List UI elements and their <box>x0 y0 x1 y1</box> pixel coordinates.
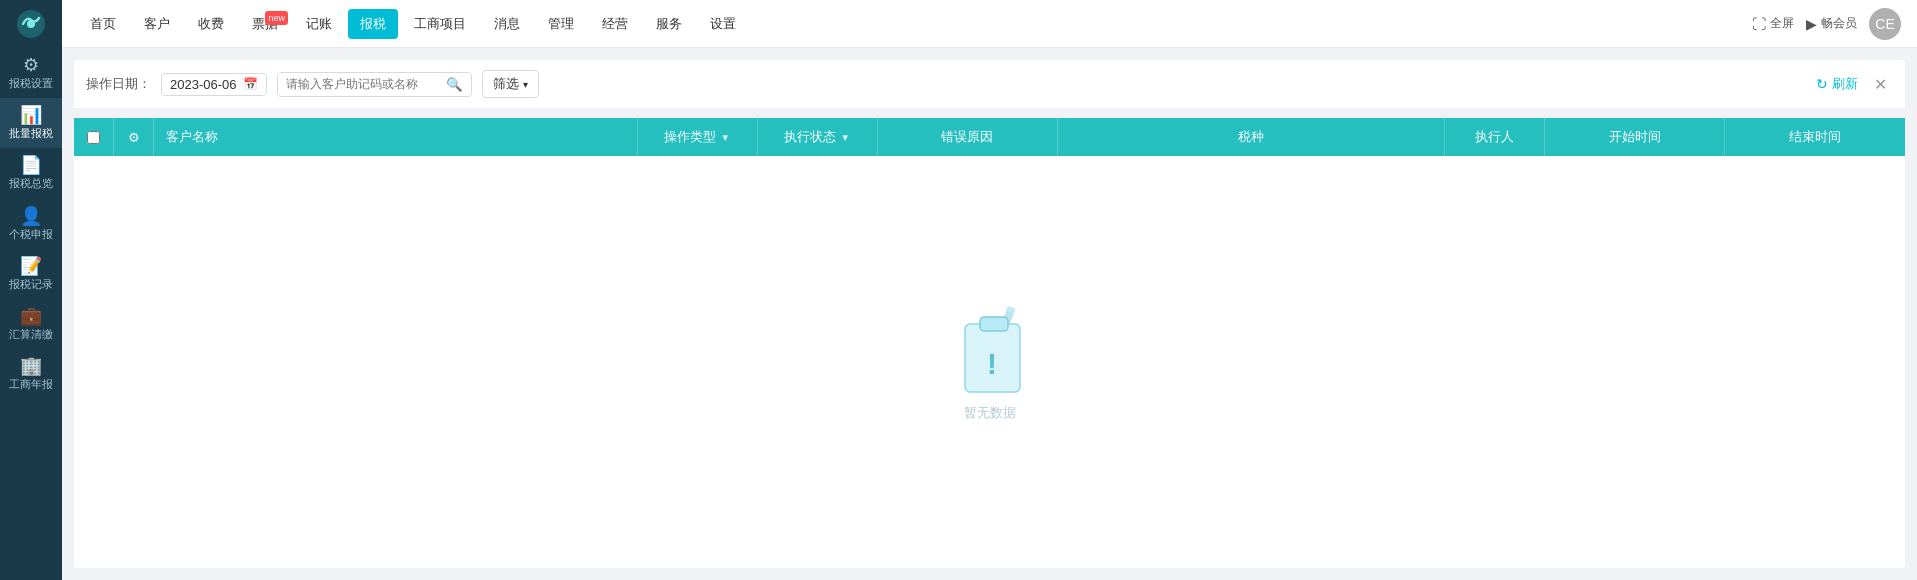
topnav-right: ⛶ 全屏 ▶ 畅会员 CE <box>1752 8 1901 40</box>
sidebar-item-huisuan-jiaona[interactable]: 💼 汇算清缴 <box>0 299 62 349</box>
search-icon: 🔍 <box>446 77 463 92</box>
sidebar-item-baoshui-zonglam[interactable]: 📄 报税总览 <box>0 148 62 198</box>
sidebar-item-gongshang-nianbao[interactable]: 🏢 工商年报 <box>0 349 62 399</box>
search-wrap: 🔍 <box>277 72 472 97</box>
video-icon: ▶ <box>1806 16 1817 32</box>
sidebar-item-piliang-baoshui[interactable]: 📊 批量报税 <box>0 98 62 148</box>
main-wrap: 首页 客户 收费 票据 new 记账 报税 工商项目 消息 <box>62 0 1917 580</box>
refresh-icon: ↻ <box>1816 76 1828 92</box>
annual-report-icon: 🏢 <box>20 357 42 375</box>
record-icon: 📝 <box>20 257 42 275</box>
date-label: 操作日期： <box>86 75 151 93</box>
th-status: 执行状态 ▼ <box>758 118 878 156</box>
search-button[interactable]: 🔍 <box>438 73 471 96</box>
nav-item-baoshui[interactable]: 报税 <box>348 9 398 39</box>
filter-label: 筛选 <box>493 75 519 93</box>
empty-state: ! 暂无数据 <box>74 156 1905 568</box>
member-button[interactable]: ▶ 畅会员 <box>1806 15 1857 32</box>
date-value: 2023-06-06 <box>170 77 237 92</box>
th-executor: 执行人 <box>1445 118 1545 156</box>
sidebar-item-geshui-shenbao[interactable]: 👤 个税申报 <box>0 199 62 249</box>
nav-item-home[interactable]: 首页 <box>78 9 128 39</box>
nav-item-xiaoxi[interactable]: 消息 <box>482 9 532 39</box>
gear-icon: ⚙ <box>128 130 140 145</box>
sort-icon-status[interactable]: ▼ <box>840 132 850 143</box>
sidebar-logo <box>0 0 62 48</box>
nav-item-piaoju[interactable]: 票据 new <box>240 9 290 39</box>
person-tax-icon: 👤 <box>20 207 42 225</box>
refresh-button[interactable]: ↻ 刷新 <box>1816 75 1858 93</box>
nav-item-fuwu[interactable]: 服务 <box>644 9 694 39</box>
nav-item-customer[interactable]: 客户 <box>132 9 182 39</box>
sidebar: ⚙ 报税设置 📊 批量报税 📄 报税总览 👤 个税申报 📝 报税记录 💼 汇算清… <box>0 0 62 580</box>
date-picker[interactable]: 2023-06-06 📅 <box>161 73 267 96</box>
settings-icon: ⚙ <box>23 56 39 74</box>
nav-item-guanli[interactable]: 管理 <box>536 9 586 39</box>
th-checkbox[interactable] <box>74 118 114 156</box>
select-all-checkbox[interactable] <box>87 131 100 144</box>
topnav: 首页 客户 收费 票据 new 记账 报税 工商项目 消息 <box>62 0 1917 48</box>
th-taxtype: 税种 <box>1058 118 1445 156</box>
nav-item-shezhi[interactable]: 设置 <box>698 9 748 39</box>
user-avatar[interactable]: CE <box>1869 8 1901 40</box>
batch-tax-icon: 📊 <box>20 106 42 124</box>
nav-item-shoufei[interactable]: 收费 <box>186 9 236 39</box>
filter-button[interactable]: 筛选 ▾ <box>482 70 539 98</box>
sidebar-item-baoshui-jilu[interactable]: 📝 报税记录 <box>0 249 62 299</box>
svg-rect-6 <box>980 317 1008 331</box>
content: 操作日期： 2023-06-06 📅 🔍 筛选 ▾ ↻ 刷新 ✕ <box>62 48 1917 580</box>
close-button[interactable]: ✕ <box>1868 73 1893 96</box>
th-starttime: 开始时间 <box>1545 118 1725 156</box>
table-wrap: ⚙ 客户名称 操作类型 ▼ 执行状态 ▼ 错误原因 税种 <box>74 118 1905 568</box>
sidebar-item-label: 报税总览 <box>9 177 53 190</box>
toolbar: 操作日期： 2023-06-06 📅 🔍 筛选 ▾ ↻ 刷新 ✕ <box>74 60 1905 108</box>
calendar-icon: 📅 <box>243 77 258 91</box>
th-optype: 操作类型 ▼ <box>638 118 758 156</box>
settlement-icon: 💼 <box>20 307 42 325</box>
fullscreen-button[interactable]: ⛶ 全屏 <box>1752 15 1794 32</box>
topnav-items: 首页 客户 收费 票据 new 记账 报税 工商项目 消息 <box>78 9 1752 39</box>
fullscreen-icon: ⛶ <box>1752 16 1766 32</box>
sidebar-item-label: 报税记录 <box>9 278 53 291</box>
empty-text: 暂无数据 <box>964 404 1016 422</box>
nav-item-jingying[interactable]: 经营 <box>590 9 640 39</box>
overview-icon: 📄 <box>20 156 42 174</box>
svg-point-1 <box>27 20 35 28</box>
nav-item-jizhang[interactable]: 记账 <box>294 9 344 39</box>
sidebar-item-baoshui-shezhi[interactable]: ⚙ 报税设置 <box>0 48 62 98</box>
th-gear[interactable]: ⚙ <box>114 118 154 156</box>
nav-item-gongshang[interactable]: 工商项目 <box>402 9 478 39</box>
sidebar-item-label: 汇算清缴 <box>9 328 53 341</box>
th-endtime: 结束时间 <box>1725 118 1905 156</box>
chevron-down-icon: ▾ <box>523 79 528 90</box>
sidebar-item-label: 报税设置 <box>9 77 53 90</box>
th-errcode: 错误原因 <box>878 118 1058 156</box>
empty-icon: ! <box>950 302 1030 392</box>
sidebar-item-label: 工商年报 <box>9 378 53 391</box>
new-badge: new <box>265 11 288 25</box>
sort-icon-optype[interactable]: ▼ <box>720 132 730 143</box>
sidebar-item-label: 批量报税 <box>9 127 53 140</box>
svg-text:!: ! <box>987 347 997 380</box>
th-client: 客户名称 <box>154 118 638 156</box>
search-input[interactable] <box>278 73 438 95</box>
sidebar-item-label: 个税申报 <box>9 228 53 241</box>
table-header: ⚙ 客户名称 操作类型 ▼ 执行状态 ▼ 错误原因 税种 <box>74 118 1905 156</box>
